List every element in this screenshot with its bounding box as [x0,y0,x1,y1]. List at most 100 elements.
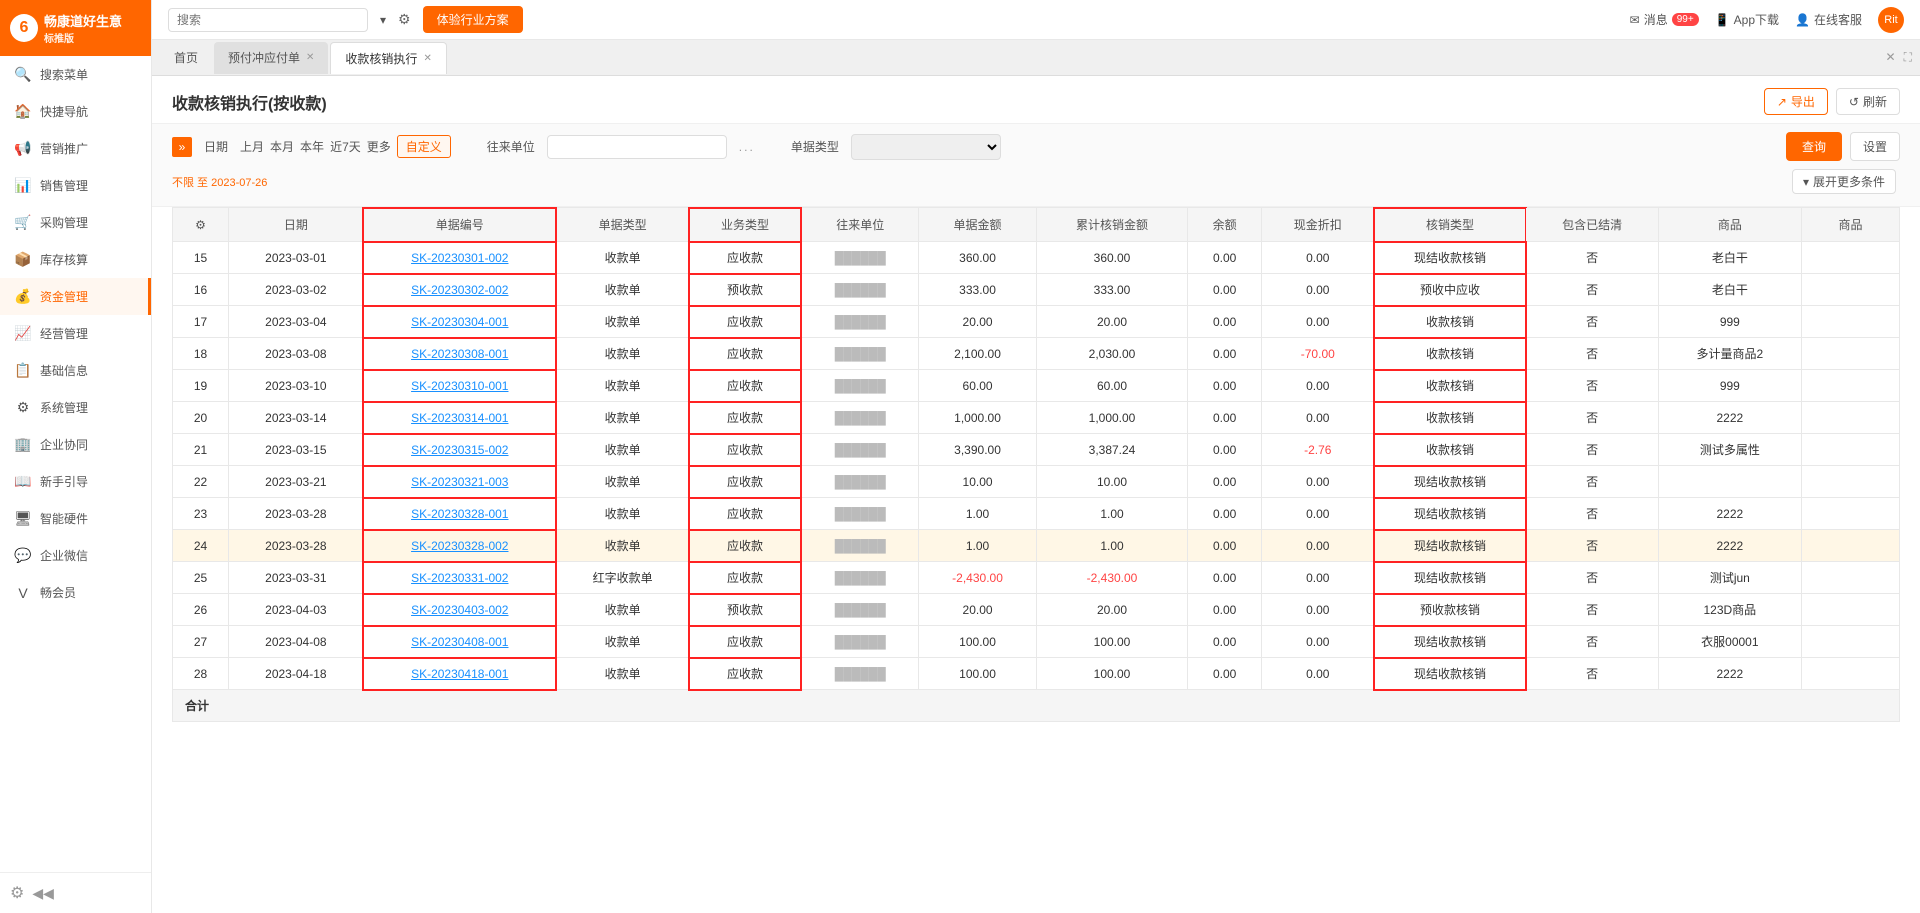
sidebar-item-quicknav[interactable]: 🏠快捷导航 [0,93,151,130]
sidebar-item-purchase[interactable]: 🛒采购管理 [0,204,151,241]
cell-settled: 否 [1526,626,1658,658]
date-more[interactable]: 更多 [367,138,391,155]
sidebar-item-search[interactable]: 🔍搜索菜单 [0,56,151,93]
sidebar-item-sales[interactable]: 📊销售管理 [0,167,151,204]
industry-btn[interactable]: 体验行业方案 [423,6,523,33]
date-this-year[interactable]: 本年 [300,138,324,155]
singleno-link[interactable]: SK-20230321-003 [411,475,508,489]
singleno-link[interactable]: SK-20230310-001 [411,379,508,393]
cell-goods2 [1801,242,1899,274]
sidebar-item-corp[interactable]: 🏢企业协同 [0,426,151,463]
cell-goods2 [1801,274,1899,306]
tab-payable[interactable]: 预付冲应付单✕ [214,42,328,74]
partner-input[interactable] [547,135,727,159]
cell-singletype: 红字收款单 [556,562,688,594]
cell-goods2 [1801,498,1899,530]
sidebar-item-label-member: 畅会员 [40,584,76,601]
singleno-link[interactable]: SK-20230302-002 [411,283,508,297]
sidebar-item-label-hardware: 智能硬件 [40,510,88,527]
cell-settled: 否 [1526,338,1658,370]
cell-date: 2023-03-28 [229,498,364,530]
cell-no: 19 [173,370,229,402]
col-partner-header: 往来单位 [801,208,919,242]
singleno-link[interactable]: SK-20230315-002 [411,443,508,457]
cell-balance: 0.00 [1188,530,1262,562]
singleno-link[interactable]: SK-20230304-001 [411,315,508,329]
logo-text: 畅康道好生意 标推版 [44,11,122,45]
sidebar-item-guide[interactable]: 📖新手引导 [0,463,151,500]
tab-receipt[interactable]: 收款核销执行✕ [330,42,446,74]
app-download-btn[interactable]: 📱 App下载 [1715,11,1779,28]
singleno-link[interactable]: SK-20230331-002 [411,571,508,585]
singleno-link[interactable]: SK-20230403-002 [411,603,508,617]
singleno-link[interactable]: SK-20230308-001 [411,347,508,361]
filter-settings-btn[interactable]: 设置 [1850,132,1900,161]
sidebar-item-hardware[interactable]: 🖥智能硬件 [0,500,151,537]
sidebar-item-marketing[interactable]: 📢营销推广 [0,130,151,167]
tabbar-right: ✕⛶ [1886,50,1912,65]
date-last-month[interactable]: 上月 [240,138,264,155]
sidebar-item-inventory[interactable]: 📦库存核算 [0,241,151,278]
tab-close-receipt[interactable]: ✕ [423,53,431,64]
cell-cumulative: 60.00 [1036,370,1188,402]
cell-partner: ██████ [801,594,919,626]
singleno-link[interactable]: SK-20230328-001 [411,507,508,521]
sidebar-item-system[interactable]: ⚙系统管理 [0,389,151,426]
cell-singleno: SK-20230321-003 [363,466,556,498]
sidebar-item-basic[interactable]: 📋基础信息 [0,352,151,389]
singleno-link[interactable]: SK-20230328-002 [411,539,508,553]
singleno-link[interactable]: SK-20230408-001 [411,635,508,649]
sidebar-item-wechat[interactable]: 💬企业微信 [0,537,151,574]
expand-more-btn[interactable]: ▾ 展开更多条件 [1792,169,1896,194]
sidebar-item-operation[interactable]: 📈经营管理 [0,315,151,352]
single-type-label: 单据类型 [791,138,839,155]
topbar-search-input[interactable] [168,8,368,32]
filter-toggle-btn[interactable]: » [172,137,192,157]
topbar-gear-icon[interactable]: ⚙ [398,11,411,28]
sidebar-item-finance[interactable]: 💰资金管理 [0,278,151,315]
message-btn[interactable]: ✉ 消息 99+ [1630,11,1699,28]
topbar: ▾ ⚙ 体验行业方案 ✉ 消息 99+ 📱 App下载 👤 在线客服 Rit [152,0,1920,40]
cell-cumulative: 1.00 [1036,530,1188,562]
cell-singleno: SK-20230315-002 [363,434,556,466]
export-btn[interactable]: ↗ 导出 [1764,88,1828,115]
cell-goods2 [1801,370,1899,402]
query-btn[interactable]: 查询 [1786,132,1842,161]
cell-saletype: 收款核销 [1374,306,1526,338]
cell-cumulative: 3,387.24 [1036,434,1188,466]
refresh-btn[interactable]: ↺ 刷新 [1836,88,1900,115]
single-type-select[interactable] [851,134,1001,160]
sidebar-item-member[interactable]: V畅会员 [0,574,151,611]
user-avatar[interactable]: Rit [1878,7,1904,33]
tab-close-payable[interactable]: ✕ [306,52,314,63]
singleno-link[interactable]: SK-20230314-001 [411,411,508,425]
tab-home[interactable]: 首页 [160,42,212,74]
cell-singleno: SK-20230310-001 [363,370,556,402]
page-header: 收款核销执行(按收款) ↗ 导出 ↺ 刷新 [152,76,1920,124]
date-this-month[interactable]: 本月 [270,138,294,155]
cell-date: 2023-03-14 [229,402,364,434]
singleno-link[interactable]: SK-20230301-002 [411,251,508,265]
cell-singleno: SK-20230308-001 [363,338,556,370]
singleno-link[interactable]: SK-20230418-001 [411,667,508,681]
tab-expand-icon[interactable]: ⛶ [1904,50,1912,65]
cell-saletype: 现结收款核销 [1374,626,1526,658]
cell-cumulative: 360.00 [1036,242,1188,274]
cell-balance: 0.00 [1188,434,1262,466]
online-service-btn[interactable]: 👤 在线客服 [1795,11,1862,28]
cell-biztype: 应收款 [689,626,802,658]
collapse-icon[interactable]: ◀◀ [32,885,54,902]
topbar-dropdown[interactable]: ▾ [380,13,386,27]
cell-biztype: 预收款 [689,274,802,306]
cell-date: 2023-03-08 [229,338,364,370]
cell-amount: 1.00 [919,530,1036,562]
tab-close-all-icon[interactable]: ✕ [1886,50,1896,65]
cell-no: 18 [173,338,229,370]
page-content: 收款核销执行(按收款) ↗ 导出 ↺ 刷新 » 日期 上月 本月 [152,76,1920,913]
cell-cumulative: 20.00 [1036,306,1188,338]
cell-balance: 0.00 [1188,594,1262,626]
date-custom-btn[interactable]: 自定义 [397,135,451,158]
sidebar: 6 畅康道好生意 标推版 🔍搜索菜单🏠快捷导航📢营销推广📊销售管理🛒采购管理📦库… [0,0,152,913]
date-7days[interactable]: 近7天 [330,138,361,155]
settings-icon[interactable]: ⚙ [10,883,24,903]
